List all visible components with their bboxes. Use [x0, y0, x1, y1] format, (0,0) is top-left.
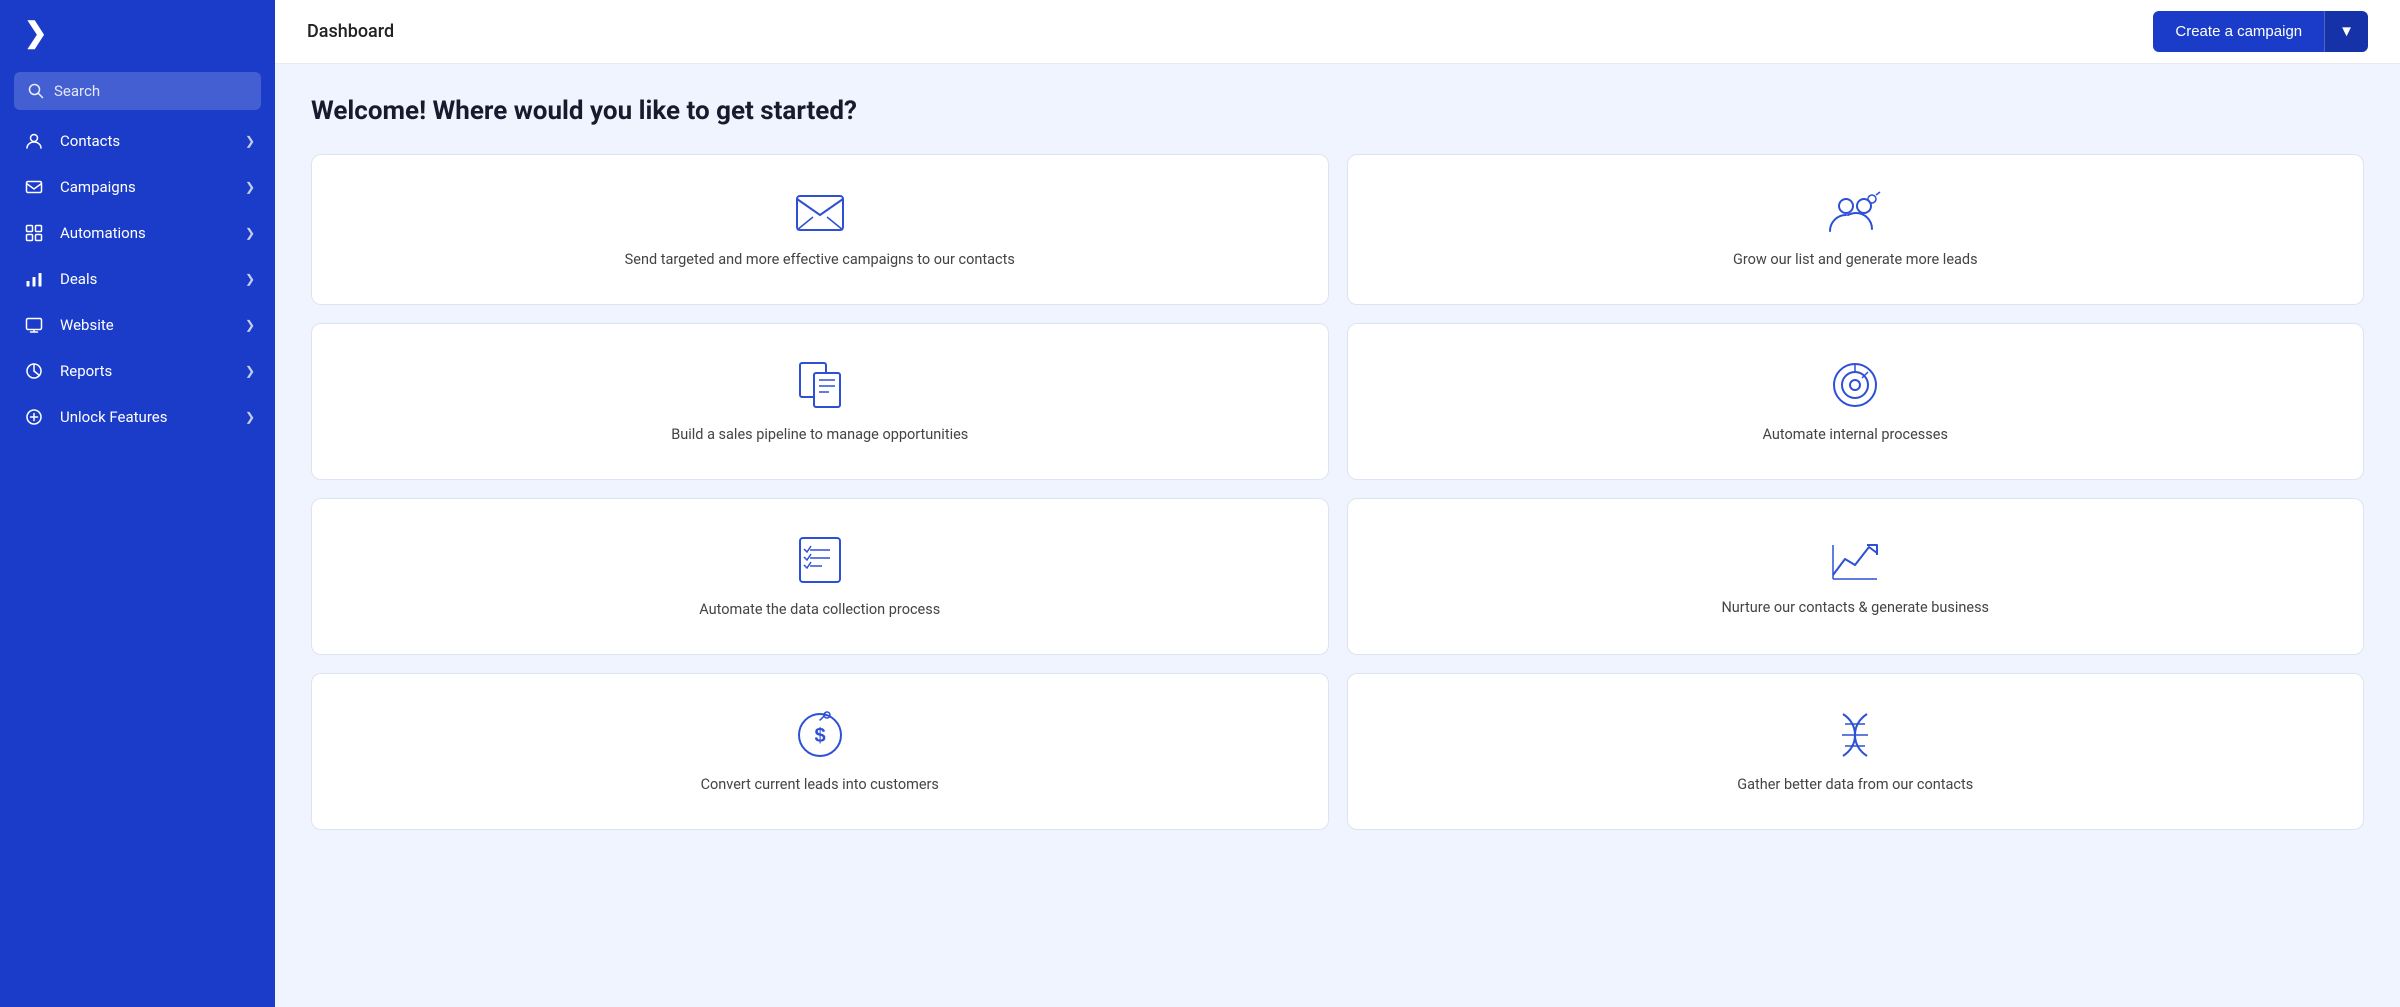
gather-card-label: Gather better data from our contacts [1737, 776, 1973, 793]
logo-area: ❯ [0, 0, 275, 64]
create-btn-wrap: Create a campaign ▼ [2153, 11, 2368, 52]
reports-label: Reports [60, 362, 245, 380]
notes-icon [797, 360, 843, 410]
checklist-icon [797, 535, 843, 585]
leads-card[interactable]: Grow our list and generate more leads [1347, 154, 2365, 305]
nurture-card[interactable]: Nurture our contacts & generate business [1347, 498, 2365, 655]
sidebar-item-campaigns[interactable]: Campaigns ❯ [0, 164, 275, 210]
pipeline-card[interactable]: Build a sales pipeline to manage opportu… [311, 323, 1329, 480]
campaigns-label: Campaigns [60, 178, 245, 196]
search-icon [28, 83, 44, 99]
unlock-features-label: Unlock Features [60, 408, 245, 426]
unlock-chevron: ❯ [245, 410, 255, 424]
main-area: Dashboard Create a campaign ▼ Welcome! W… [275, 0, 2400, 1007]
contacts-chevron: ❯ [245, 134, 255, 148]
reports-chevron: ❯ [245, 364, 255, 378]
campaigns-chevron: ❯ [245, 180, 255, 194]
chart-up-icon [1829, 537, 1881, 583]
deals-icon [20, 270, 48, 288]
envelope-icon [794, 191, 846, 235]
search-box[interactable]: Search [14, 72, 261, 110]
campaigns-card-label: Send targeted and more effective campaig… [625, 251, 1015, 268]
automate-card-label: Automate internal processes [1763, 426, 1948, 443]
campaigns-icon [20, 178, 48, 196]
sidebar-item-website[interactable]: Website ❯ [0, 302, 275, 348]
dashboard-content: Welcome! Where would you like to get sta… [275, 64, 2400, 1007]
welcome-heading: Welcome! Where would you like to get sta… [311, 96, 2364, 126]
sidebar-item-contacts[interactable]: Contacts ❯ [0, 118, 275, 164]
sidebar-item-deals[interactable]: Deals ❯ [0, 256, 275, 302]
automations-icon [20, 224, 48, 242]
website-chevron: ❯ [245, 318, 255, 332]
pipeline-card-label: Build a sales pipeline to manage opportu… [671, 426, 968, 443]
dna-icon [1835, 710, 1875, 760]
convert-card[interactable]: $ Convert current leads into customers [311, 673, 1329, 830]
search-label: Search [54, 82, 100, 100]
data-collection-card-label: Automate the data collection process [699, 601, 940, 618]
dropdown-arrow-icon: ▼ [2339, 23, 2354, 40]
data-collection-card[interactable]: Automate the data collection process [311, 498, 1329, 655]
target-icon [1830, 360, 1880, 410]
automations-chevron: ❯ [245, 226, 255, 240]
automations-label: Automations [60, 224, 245, 242]
group-icon [1826, 191, 1884, 235]
contacts-icon [20, 132, 48, 150]
website-icon [20, 316, 48, 334]
deals-chevron: ❯ [245, 272, 255, 286]
sidebar-item-reports[interactable]: Reports ❯ [0, 348, 275, 394]
sidebar-item-automations[interactable]: Automations ❯ [0, 210, 275, 256]
campaigns-card[interactable]: Send targeted and more effective campaig… [311, 154, 1329, 305]
svg-text:$: $ [814, 725, 825, 747]
reports-icon [20, 362, 48, 380]
automate-card[interactable]: Automate internal processes [1347, 323, 2365, 480]
nurture-card-label: Nurture our contacts & generate business [1721, 599, 1989, 616]
sidebar-item-unlock-features[interactable]: Unlock Features ❯ [0, 394, 275, 440]
website-label: Website [60, 316, 245, 334]
contacts-label: Contacts [60, 132, 245, 150]
dollar-circle-icon: $ [795, 710, 845, 760]
gather-card[interactable]: Gather better data from our contacts [1347, 673, 2365, 830]
unlock-icon [20, 408, 48, 426]
topbar: Dashboard Create a campaign ▼ [275, 0, 2400, 64]
sidebar: ❯ Search Contacts ❯ Campaigns [0, 0, 275, 1007]
leads-card-label: Grow our list and generate more leads [1733, 251, 1978, 268]
convert-card-label: Convert current leads into customers [701, 776, 939, 793]
logo-icon: ❯ [24, 16, 47, 49]
create-campaign-dropdown-button[interactable]: ▼ [2324, 11, 2368, 52]
card-grid: Send targeted and more effective campaig… [311, 154, 2364, 830]
page-title: Dashboard [307, 21, 394, 42]
create-campaign-button[interactable]: Create a campaign [2153, 11, 2324, 52]
deals-label: Deals [60, 270, 245, 288]
